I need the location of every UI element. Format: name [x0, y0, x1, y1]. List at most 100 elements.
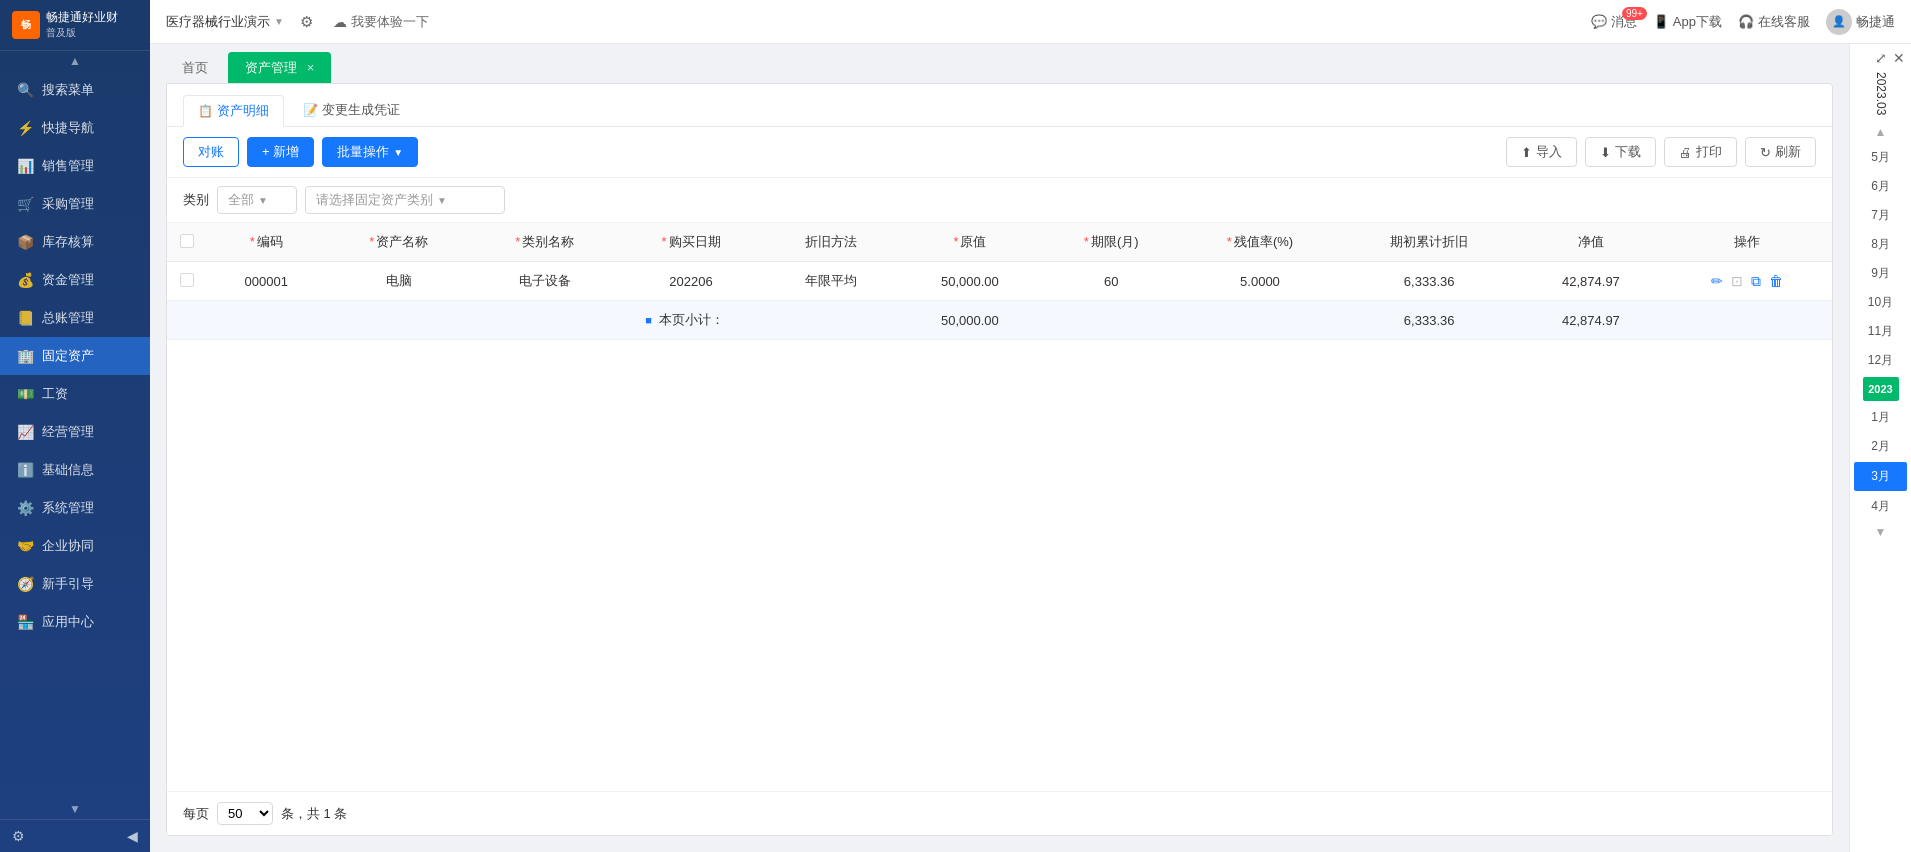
operations-icon: 📈	[16, 424, 34, 440]
toolbar-right: ⬆ 导入 ⬇ 下载 🖨 打印 ↻ 刷新	[1506, 137, 1816, 167]
sidebar-item-ledger[interactable]: 📒 总账管理	[0, 299, 150, 337]
row-checkbox[interactable]	[180, 273, 194, 287]
sidebar-item-appstore[interactable]: 🏪 应用中心	[0, 603, 150, 641]
sidebar-item-quicknav[interactable]: ⚡ 快捷导航	[0, 109, 150, 147]
month-5[interactable]: 5月	[1850, 143, 1911, 172]
refresh-button[interactable]: ↻ 刷新	[1745, 137, 1816, 167]
print-icon: 🖨	[1679, 145, 1692, 160]
filter-input-arrow-icon: ▼	[437, 195, 447, 206]
sub-tab-change-voucher[interactable]: 📝 变更生成凭证	[288, 94, 415, 126]
right-panel: ⤢ ✕ 2023.03 ▲ 5月 6月 7月 8月 9月 10月 11月 12月…	[1849, 44, 1911, 852]
sidebar-item-search[interactable]: 🔍 搜索菜单	[0, 71, 150, 109]
trial-area[interactable]: ☁ 我要体验一下	[333, 13, 429, 31]
month-1[interactable]: 1月	[1850, 403, 1911, 432]
month-10[interactable]: 10月	[1850, 288, 1911, 317]
td-checkbox	[167, 262, 207, 301]
sidebar-scroll-down[interactable]: ▼	[0, 799, 150, 819]
new-button[interactable]: + 新增	[247, 137, 314, 167]
sidebar-item-system[interactable]: ⚙️ 系统管理	[0, 489, 150, 527]
app-download-button[interactable]: 📱 App下载	[1653, 13, 1722, 31]
close-icon[interactable]: ✕	[1893, 50, 1905, 66]
pagination: 每页 50 100 200 条，共 1 条	[167, 791, 1832, 835]
month-11[interactable]: 11月	[1850, 317, 1911, 346]
td-actions: ✏ ⊡ ⧉ 🗑	[1663, 262, 1832, 301]
th-accumulated: 期初累计折旧	[1339, 223, 1519, 262]
month-4[interactable]: 4月	[1850, 492, 1911, 521]
panel-months: 5月 6月 7月 8月 9月 10月 11月 12月 2023 1月 2月 3月…	[1850, 143, 1911, 521]
system-icon: ⚙️	[16, 500, 34, 516]
expand-icon[interactable]: ⤢	[1875, 50, 1887, 66]
th-code: *编码	[207, 223, 326, 262]
change-voucher-icon: 📝	[303, 103, 318, 117]
th-actions: 操作	[1663, 223, 1832, 262]
month-8[interactable]: 8月	[1850, 230, 1911, 259]
panel-scroll-down[interactable]: ▼	[1875, 521, 1887, 543]
sidebar-item-basicinfo[interactable]: ℹ️ 基础信息	[0, 451, 150, 489]
sidebar-scroll-up[interactable]: ▲	[0, 51, 150, 71]
print-button[interactable]: 🖨 打印	[1664, 137, 1737, 167]
batch-button[interactable]: 批量操作 ▼	[322, 137, 418, 167]
month-3-active[interactable]: 3月	[1854, 462, 1907, 491]
download-label: 下载	[1615, 143, 1641, 161]
sidebar-item-label: 工资	[42, 385, 68, 403]
edit-icon[interactable]: ✏	[1711, 273, 1723, 289]
settings-icon[interactable]: ⚙	[300, 13, 313, 31]
refresh-icon: ↻	[1760, 145, 1771, 160]
company-selector[interactable]: 医疗器械行业演示 ▼	[166, 13, 284, 31]
app-label: App下载	[1673, 13, 1722, 31]
export-icon: ⬆	[1521, 145, 1532, 160]
per-page-select[interactable]: 50 100 200	[217, 802, 273, 825]
td-subtotal-actions	[1663, 301, 1832, 340]
logo-text-block: 畅捷通好业财 普及版	[46, 10, 118, 40]
tab-home[interactable]: 首页	[166, 53, 224, 83]
subtotal-label: 本页小计：	[659, 312, 724, 327]
sidebar-item-operations[interactable]: 📈 经营管理	[0, 413, 150, 451]
per-page-label: 每页	[183, 805, 209, 823]
filter-category-select[interactable]: 全部 ▼	[217, 186, 297, 214]
online-service-button[interactable]: 🎧 在线客服	[1738, 13, 1810, 31]
sidebar-item-label: 经营管理	[42, 423, 94, 441]
month-7[interactable]: 7月	[1850, 201, 1911, 230]
inventory-icon: 📦	[16, 234, 34, 250]
sidebar-item-guide[interactable]: 🧭 新手引导	[0, 565, 150, 603]
month-9[interactable]: 9月	[1850, 259, 1911, 288]
message-button[interactable]: 💬 消息 99+	[1591, 13, 1637, 31]
sidebar-item-label: 资金管理	[42, 271, 94, 289]
sub-tab-asset-detail[interactable]: 📋 资产明细	[183, 95, 284, 127]
filter-category-input[interactable]: 请选择固定资产类别 ▼	[305, 186, 505, 214]
sidebar-item-funds[interactable]: 💰 资金管理	[0, 261, 150, 299]
cloud-icon: ☁	[333, 14, 347, 30]
collapse-icon[interactable]: ◀	[127, 828, 138, 844]
month-2[interactable]: 2月	[1850, 432, 1911, 461]
export-button[interactable]: ⬆ 导入	[1506, 137, 1577, 167]
sidebar-item-inventory[interactable]: 📦 库存核算	[0, 223, 150, 261]
panel-scroll-up[interactable]: ▲	[1875, 121, 1887, 143]
month-12[interactable]: 12月	[1850, 346, 1911, 375]
sidebar-item-cooperation[interactable]: 🤝 企业协同	[0, 527, 150, 565]
download-button[interactable]: ⬇ 下载	[1585, 137, 1656, 167]
th-buydate: *购买日期	[618, 223, 764, 262]
topbar-right: 💬 消息 99+ 📱 App下载 🎧 在线客服 👤 畅捷通	[1591, 9, 1895, 35]
sidebar: 畅 畅捷通好业财 普及版 ▲ 🔍 搜索菜单 ⚡ 快捷导航 📊 销售管理 🛒 采购…	[0, 0, 150, 852]
panel-year-label: 2023.03	[1874, 66, 1888, 121]
tab-asset-mgmt[interactable]: 资产管理 ×	[228, 52, 331, 83]
sidebar-item-payroll[interactable]: 💵 工资	[0, 375, 150, 413]
tab-close-icon[interactable]: ×	[307, 60, 315, 75]
account-button[interactable]: 对账	[183, 137, 239, 167]
settings-icon[interactable]: ⚙	[12, 828, 25, 844]
duplicate-icon[interactable]: ⧉	[1751, 273, 1761, 290]
sidebar-logo: 畅 畅捷通好业财 普及版	[0, 0, 150, 51]
month-6[interactable]: 6月	[1850, 172, 1911, 201]
delete-icon[interactable]: 🗑	[1769, 273, 1783, 289]
logo-sub: 普及版	[46, 26, 118, 40]
logo-text: 畅捷通好业财	[46, 10, 118, 26]
copy-icon[interactable]: ⊡	[1731, 273, 1743, 289]
sidebar-item-purchase[interactable]: 🛒 采购管理	[0, 185, 150, 223]
select-all-checkbox[interactable]	[180, 234, 194, 248]
sidebar-item-sales[interactable]: 📊 销售管理	[0, 147, 150, 185]
filter-row: 类别 全部 ▼ 请选择固定资产类别 ▼	[167, 178, 1832, 223]
td-subtotal-originalvalue: 50,000.00	[898, 301, 1042, 340]
sidebar-bottom: ⚙ ◀	[0, 819, 150, 852]
sidebar-item-fixedassets[interactable]: 🏢 固定资产	[0, 337, 150, 375]
user-menu[interactable]: 👤 畅捷通	[1826, 9, 1895, 35]
